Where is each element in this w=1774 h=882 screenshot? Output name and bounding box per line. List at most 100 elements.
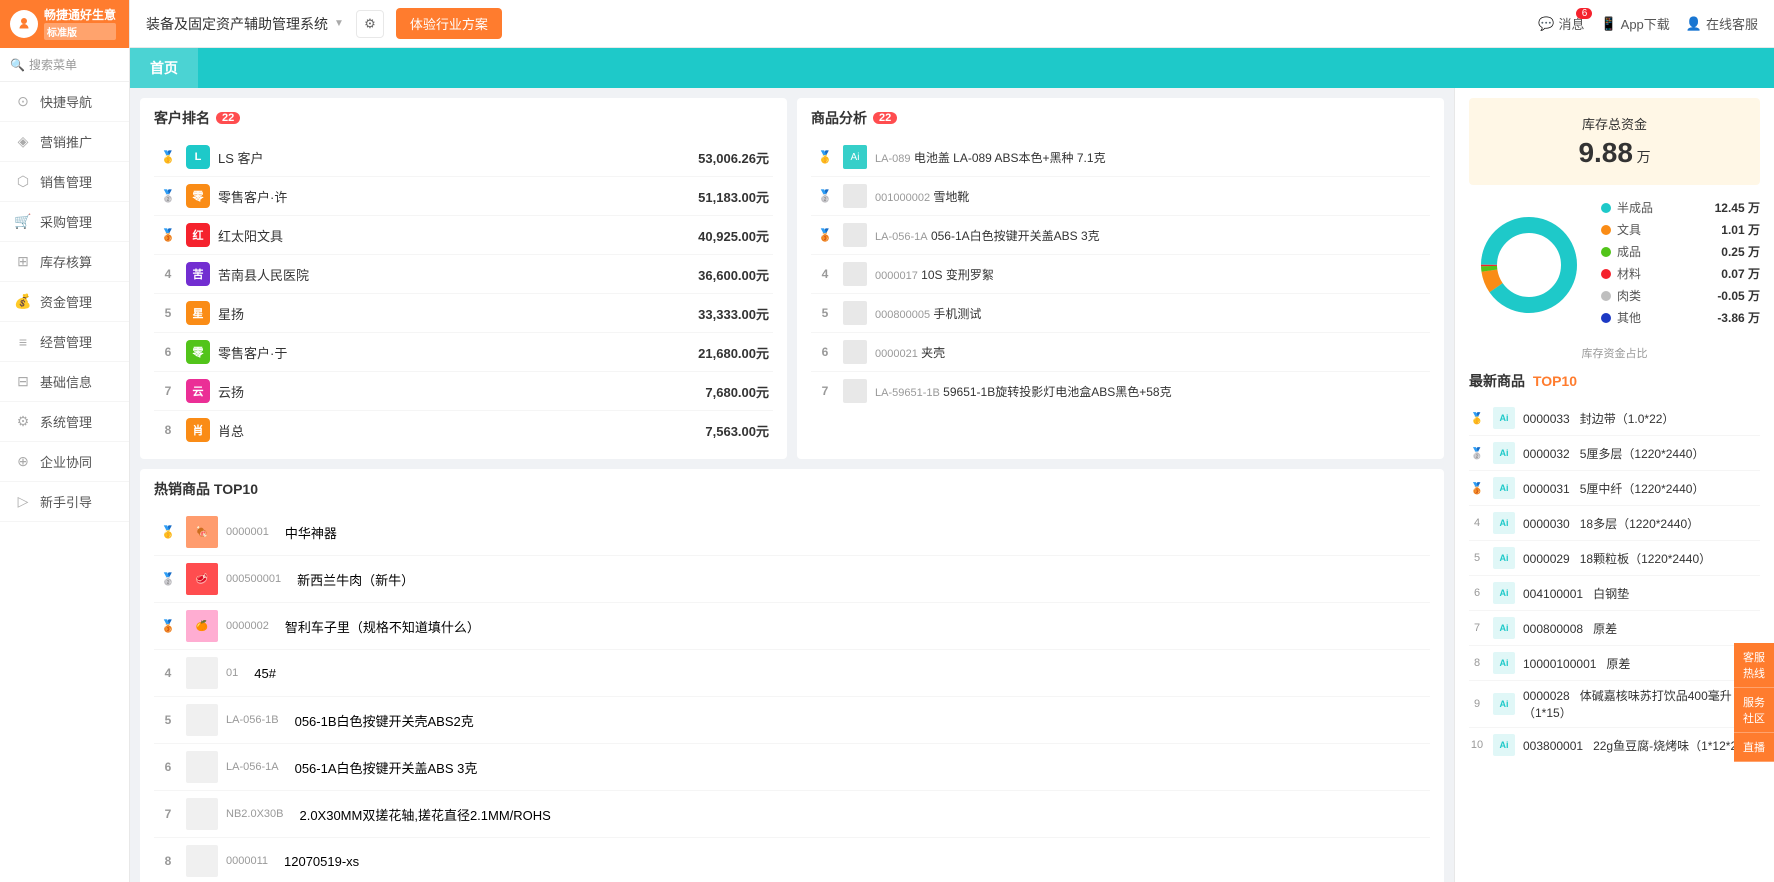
list-item: 🥈 Ai 0000032 5厘多层（1220*2440） <box>1469 436 1760 471</box>
info-icon: ⊟ <box>14 373 32 391</box>
sidebar-item-system[interactable]: ⚙ 系统管理 <box>0 402 129 442</box>
header-right: 💬 消息 6 📱 App下载 👤 在线客服 <box>1538 14 1758 33</box>
sidebar-item-label: 企业协同 <box>40 452 92 471</box>
list-item: 4 01 45# <box>154 650 1430 697</box>
app-download-button[interactable]: 📱 App下载 <box>1600 14 1669 33</box>
tab-home[interactable]: 首页 <box>130 48 198 88</box>
live-stream-button[interactable]: 直播 <box>1734 733 1774 762</box>
product-code: LA-056-1A <box>875 231 928 243</box>
legend-dot <box>1601 203 1611 213</box>
list-item: 7 Ai 000800008 原差 <box>1469 611 1760 646</box>
sales-icon: ⬡ <box>14 173 32 191</box>
content: 客户排名 22 🥇 L LS 客户 53,006.26元 🥈 零 零售客户·许 … <box>130 88 1774 882</box>
product-thumb <box>843 301 867 325</box>
rank-medal-icon: 🥇 <box>1469 412 1485 425</box>
customer-service-button[interactable]: 客服热线 <box>1734 643 1774 688</box>
sidebar-item-guide[interactable]: ▷ 新手引导 <box>0 482 129 522</box>
avatar: 星 <box>186 301 210 325</box>
product-name: 59651-1B旋转投影灯电池盒ABS黑色+58克 <box>943 385 1171 399</box>
legend-dot <box>1601 247 1611 257</box>
avatar: 红 <box>186 223 210 247</box>
customer-name: 星扬 <box>218 304 690 323</box>
sidebar-item-label: 基础信息 <box>40 372 92 391</box>
list-item: 7 NB2.0X30B 2.0X30MM双搓花轴,搓花直径2.1MM/ROHS <box>154 791 1430 838</box>
legend-label: 文具 <box>1617 221 1715 238</box>
customer-name: 零售客户·于 <box>218 343 690 362</box>
sidebar-item-marketing[interactable]: ◈ 营销推广 <box>0 122 129 162</box>
product-info: 10000100001 原差 <box>1523 655 1760 672</box>
product-image <box>186 798 218 830</box>
product-thumb: Ai <box>1493 442 1515 464</box>
product-image: 🍖 <box>186 516 218 548</box>
service-community-button[interactable]: 服务社区 <box>1734 688 1774 733</box>
product-info: 003800001 22g鱼豆腐-烧烤味（1*12*20） <box>1523 737 1760 754</box>
system-icon: ⚙ <box>14 413 32 431</box>
rank-num: 7 <box>1469 622 1485 634</box>
messages-button[interactable]: 💬 消息 6 <box>1538 14 1584 33</box>
sidebar-item-label: 经营管理 <box>40 332 92 351</box>
sidebar-item-inventory[interactable]: ⊞ 库存核算 <box>0 242 129 282</box>
product-code: 0000011 <box>226 855 268 867</box>
product-name: 45# <box>254 666 276 681</box>
sidebar-item-sales[interactable]: ⬡ 销售管理 <box>0 162 129 202</box>
product-info: 0000033 封边带（1.0*22） <box>1523 410 1760 427</box>
legend-value: 0.25 万 <box>1721 243 1760 260</box>
gear-button[interactable]: ⚙ <box>356 10 384 38</box>
rank-num: 4 <box>158 267 178 281</box>
trial-button[interactable]: 体验行业方案 <box>396 8 502 39</box>
list-item: 4 Ai 0000030 18多层（1220*2440） <box>1469 506 1760 541</box>
list-item: 🥈 🥩 000500001 新西兰牛肉（新牛） <box>154 556 1430 603</box>
list-item: 10 Ai 003800001 22g鱼豆腐-烧烤味（1*12*20） <box>1469 728 1760 762</box>
product-info: 0000017 10S 变刑罗絮 <box>875 266 1426 283</box>
rank-medal-icon: 🥈 <box>815 189 835 203</box>
sidebar-item-shortcuts[interactable]: ⊙ 快捷导航 <box>0 82 129 122</box>
product-code: 01 <box>226 667 238 679</box>
system-name: 装备及固定资产辅助管理系统 <box>146 14 328 34</box>
customer-amount: 21,680.00元 <box>698 343 769 362</box>
sidebar-item-label: 库存核算 <box>40 252 92 271</box>
product-code: LA-056-1A <box>226 761 279 773</box>
legend-value: 0.07 万 <box>1721 265 1760 282</box>
legend-dot <box>1601 313 1611 323</box>
sidebar-item-operation[interactable]: ≡ 经营管理 <box>0 322 129 362</box>
product-info: LA-59651-1B 59651-1B旋转投影灯电池盒ABS黑色+58克 <box>875 383 1426 400</box>
product-image <box>186 845 218 877</box>
product-info: 0000028 体碱嘉核味苏打饮品400毫升（1*15） <box>1523 687 1760 721</box>
online-service-label: 在线客服 <box>1706 14 1758 33</box>
table-row: 5 000800005 手机测试 <box>811 294 1430 333</box>
product-thumb: Ai <box>1493 477 1515 499</box>
messages-badge: 6 <box>1576 8 1592 19</box>
customer-name: LS 客户 <box>218 148 690 167</box>
avatar: 零 <box>186 184 210 208</box>
sidebar-search[interactable]: 🔍 搜索菜单 <box>0 48 129 82</box>
product-name: 056-1B白色按键开关壳ABS2克 <box>295 711 474 730</box>
customer-amount: 33,333.00元 <box>698 304 769 323</box>
sidebar-item-collab[interactable]: ⊕ 企业协同 <box>0 442 129 482</box>
legend-dot <box>1601 269 1611 279</box>
sidebar-item-finance[interactable]: 💰 资金管理 <box>0 282 129 322</box>
system-selector[interactable]: 装备及固定资产辅助管理系统 ▼ <box>146 14 344 34</box>
list-item: 8 0000011 12070519-xs <box>154 838 1430 882</box>
rank-num: 6 <box>1469 587 1485 599</box>
product-image <box>186 751 218 783</box>
online-service-button[interactable]: 👤 在线客服 <box>1686 14 1758 33</box>
rank-num: 5 <box>158 306 178 320</box>
sidebar-logo: 畅捷通好生意 标准版 <box>0 0 129 48</box>
product-info: 0000030 18多层（1220*2440） <box>1523 515 1760 532</box>
rank-medal-icon: 🥈 <box>158 572 178 586</box>
sidebar-item-label: 营销推广 <box>40 132 92 151</box>
table-row: 🥉 LA-056-1A 056-1A白色按键开关盖ABS 3克 <box>811 216 1430 255</box>
sidebar-item-basic-info[interactable]: ⊟ 基础信息 <box>0 362 129 402</box>
avatar: 云 <box>186 379 210 403</box>
product-info: 004100001 白钢垫 <box>1523 585 1760 602</box>
legend-label: 材料 <box>1617 265 1715 282</box>
rank-medal-icon: 🥈 <box>158 189 178 203</box>
sidebar-item-purchase[interactable]: 🛒 采购管理 <box>0 202 129 242</box>
inventory-total-label: 库存总资金 <box>1469 114 1760 133</box>
rank-num: 7 <box>158 384 178 398</box>
customer-amount: 7,680.00元 <box>705 382 769 401</box>
avatar: L <box>186 145 210 169</box>
table-row: 7 LA-59651-1B 59651-1B旋转投影灯电池盒ABS黑色+58克 <box>811 372 1430 410</box>
product-thumb: Ai <box>1493 617 1515 639</box>
sidebar-item-label: 系统管理 <box>40 412 92 431</box>
